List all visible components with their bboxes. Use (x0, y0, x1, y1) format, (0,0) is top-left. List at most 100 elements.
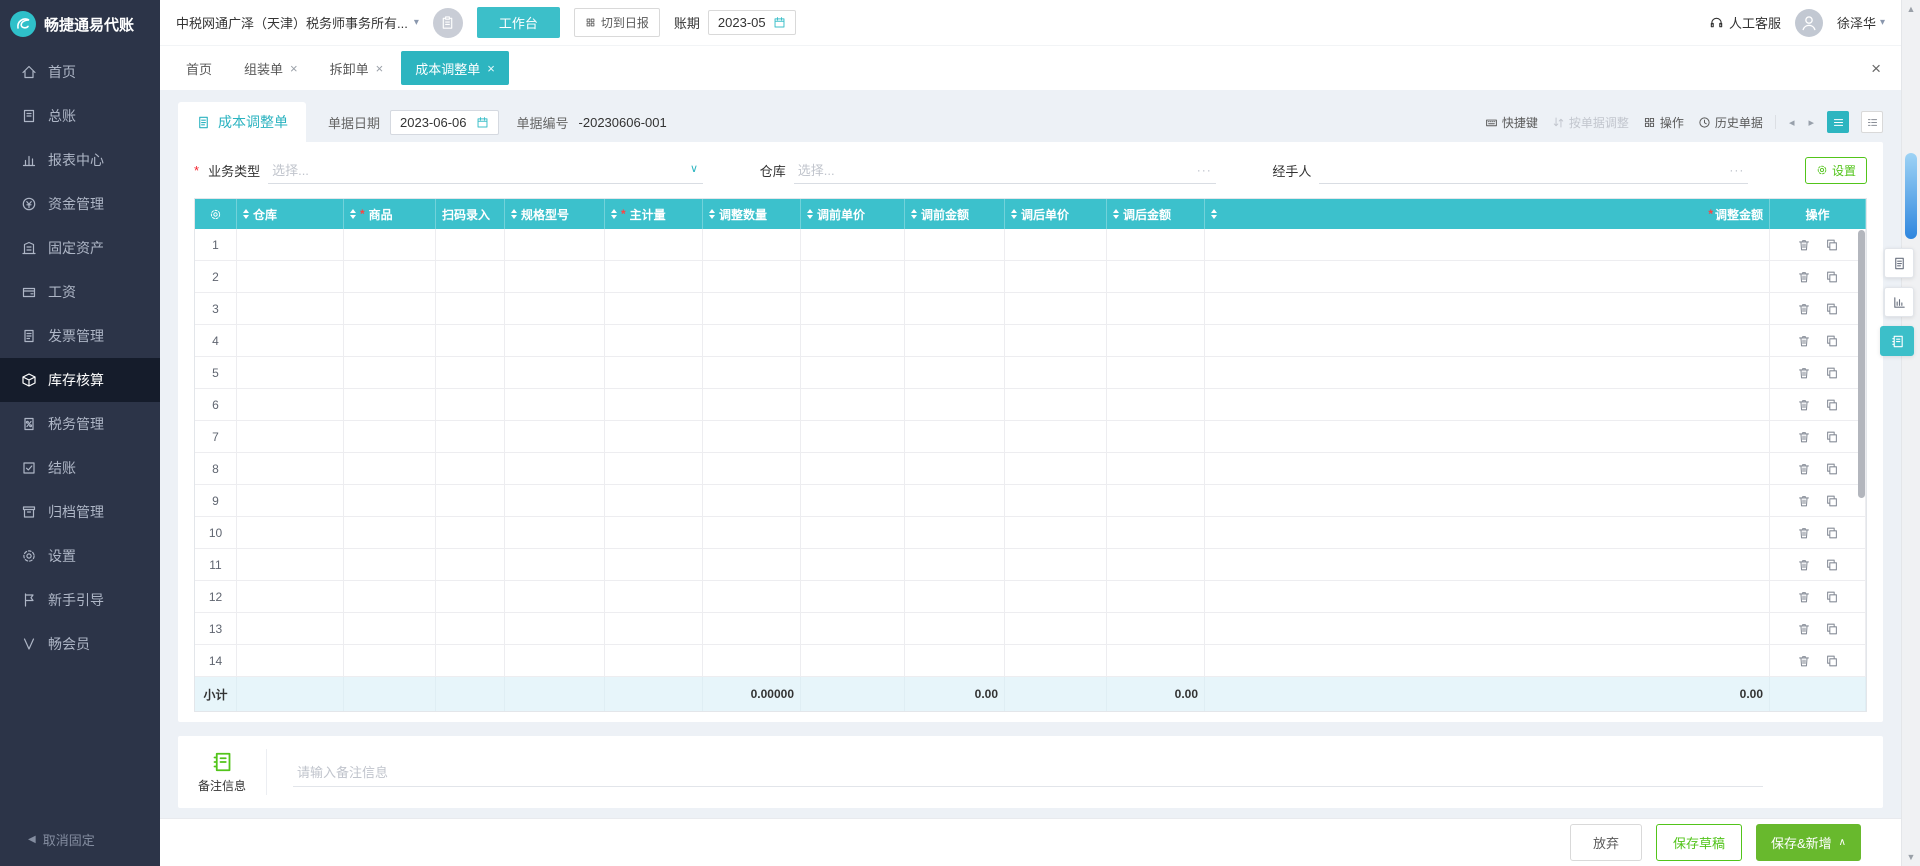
cell-unit[interactable] (605, 357, 703, 388)
period-picker[interactable]: 2023-05 (707, 10, 796, 35)
close-tabs-icon[interactable]: × (1867, 60, 1885, 77)
copy-row-icon[interactable] (1825, 526, 1839, 540)
cell-adjust_amount[interactable] (1205, 229, 1770, 260)
cell-unit[interactable] (605, 549, 703, 580)
toolbar-adjust-by-doc[interactable]: 按单据调整 (1552, 114, 1629, 131)
cell-pre_price[interactable] (801, 229, 905, 260)
cell-scan[interactable] (436, 613, 505, 644)
column-header-adjust_amount[interactable]: * 调整金额 (1205, 199, 1770, 229)
next-doc-icon[interactable]: ▸ (1807, 116, 1815, 129)
column-header-product[interactable]: * 商品 (344, 199, 436, 229)
cell-adjust_amount[interactable] (1205, 549, 1770, 580)
cell-adjust_amount[interactable] (1205, 613, 1770, 644)
tab-close-icon[interactable]: × (487, 62, 495, 75)
column-header-post_price[interactable]: 调后单价 (1005, 199, 1107, 229)
tab-close-icon[interactable]: × (290, 62, 298, 75)
sidebar-item-invoice-management[interactable]: 发票管理 (0, 314, 160, 358)
remarks-input[interactable]: 请输入备注信息 (293, 757, 1763, 787)
copy-row-icon[interactable] (1825, 366, 1839, 380)
cell-warehouse[interactable] (237, 261, 344, 292)
user-menu[interactable]: 徐泽华 ▾ (1837, 13, 1885, 32)
tab-close-icon[interactable]: × (376, 62, 384, 75)
sort-icon[interactable] (243, 209, 249, 219)
cell-pre_amount[interactable] (905, 517, 1005, 548)
cell-adjust_amount[interactable] (1205, 389, 1770, 420)
copy-row-icon[interactable] (1825, 494, 1839, 508)
copy-row-icon[interactable] (1825, 334, 1839, 348)
cell-spec[interactable] (505, 229, 605, 260)
cell-warehouse[interactable] (237, 485, 344, 516)
column-header-pre_amount[interactable]: 调前金额 (905, 199, 1005, 229)
cell-pre_price[interactable] (801, 389, 905, 420)
cell-pre_price[interactable] (801, 261, 905, 292)
cell-adjust_amount[interactable] (1205, 261, 1770, 292)
sidebar-item-archive-management[interactable]: 归档管理 (0, 490, 160, 534)
cell-pre_amount[interactable] (905, 357, 1005, 388)
sidebar-item-report-center[interactable]: 报表中心 (0, 138, 160, 182)
cell-qty[interactable] (703, 293, 801, 324)
sort-icon[interactable] (1211, 209, 1217, 219)
scrollbar-thumb[interactable] (1905, 153, 1917, 239)
cell-warehouse[interactable] (237, 421, 344, 452)
sort-icon[interactable] (709, 209, 715, 219)
column-header-rownum[interactable] (195, 199, 237, 229)
cell-product[interactable] (344, 389, 436, 420)
cell-unit[interactable] (605, 421, 703, 452)
cell-qty[interactable] (703, 261, 801, 292)
settings-button[interactable]: 设置 (1804, 156, 1867, 184)
cell-scan[interactable] (436, 293, 505, 324)
delete-row-icon[interactable] (1797, 398, 1811, 412)
tab-home[interactable]: 首页 (172, 51, 226, 85)
delete-row-icon[interactable] (1797, 302, 1811, 316)
copy-row-icon[interactable] (1825, 430, 1839, 444)
cell-unit[interactable] (605, 229, 703, 260)
delete-row-icon[interactable] (1797, 526, 1811, 540)
cell-pre_amount[interactable] (905, 581, 1005, 612)
cell-adjust_amount[interactable] (1205, 517, 1770, 548)
customer-service-link[interactable]: 人工客服 (1709, 13, 1781, 32)
delete-row-icon[interactable] (1797, 462, 1811, 476)
cell-pre_price[interactable] (801, 581, 905, 612)
cell-product[interactable] (344, 357, 436, 388)
business-type-select[interactable]: 选择... ∨ (268, 156, 704, 184)
cell-post_price[interactable] (1005, 581, 1107, 612)
cell-post_amount[interactable] (1107, 229, 1205, 260)
save-draft-button[interactable]: 保存草稿 (1655, 824, 1742, 861)
delete-row-icon[interactable] (1797, 238, 1811, 252)
copy-row-icon[interactable] (1825, 622, 1839, 636)
sidebar-item-beginner-guide[interactable]: 新手引导 (0, 578, 160, 622)
company-selector[interactable]: 中税网通广泽（天津）税务师事务所有... ▾ (176, 13, 419, 32)
clipboard-icon[interactable] (432, 7, 463, 38)
toolbar-shortcut[interactable]: 快捷键 (1485, 114, 1538, 131)
delete-row-icon[interactable] (1797, 270, 1811, 284)
cell-product[interactable] (344, 645, 436, 676)
cell-scan[interactable] (436, 421, 505, 452)
cell-unit[interactable] (605, 389, 703, 420)
cell-post_amount[interactable] (1107, 325, 1205, 356)
unpin-toggle[interactable]: ◀ 取消固定 (0, 812, 160, 866)
cell-pre_amount[interactable] (905, 229, 1005, 260)
cell-warehouse[interactable] (237, 645, 344, 676)
sort-icon[interactable] (511, 209, 517, 219)
prev-doc-icon[interactable]: ◂ (1788, 116, 1796, 129)
cell-pre_amount[interactable] (905, 613, 1005, 644)
cell-pre_amount[interactable] (905, 325, 1005, 356)
cell-pre_price[interactable] (801, 453, 905, 484)
cell-pre_amount[interactable] (905, 549, 1005, 580)
cell-unit[interactable] (605, 261, 703, 292)
column-header-spec[interactable]: 规格型号 (505, 199, 605, 229)
column-header-pre_price[interactable]: 调前单价 (801, 199, 905, 229)
cell-warehouse[interactable] (237, 293, 344, 324)
cell-warehouse[interactable] (237, 389, 344, 420)
cell-qty[interactable] (703, 357, 801, 388)
cell-post_price[interactable] (1005, 421, 1107, 452)
cell-pre_price[interactable] (801, 325, 905, 356)
tab-doc-2[interactable]: 拆卸单 × (316, 51, 398, 85)
cell-product[interactable] (344, 549, 436, 580)
sort-icon[interactable] (1011, 209, 1017, 219)
cell-qty[interactable] (703, 549, 801, 580)
cell-spec[interactable] (505, 325, 605, 356)
copy-row-icon[interactable] (1825, 238, 1839, 252)
cell-post_price[interactable] (1005, 293, 1107, 324)
cell-unit[interactable] (605, 517, 703, 548)
